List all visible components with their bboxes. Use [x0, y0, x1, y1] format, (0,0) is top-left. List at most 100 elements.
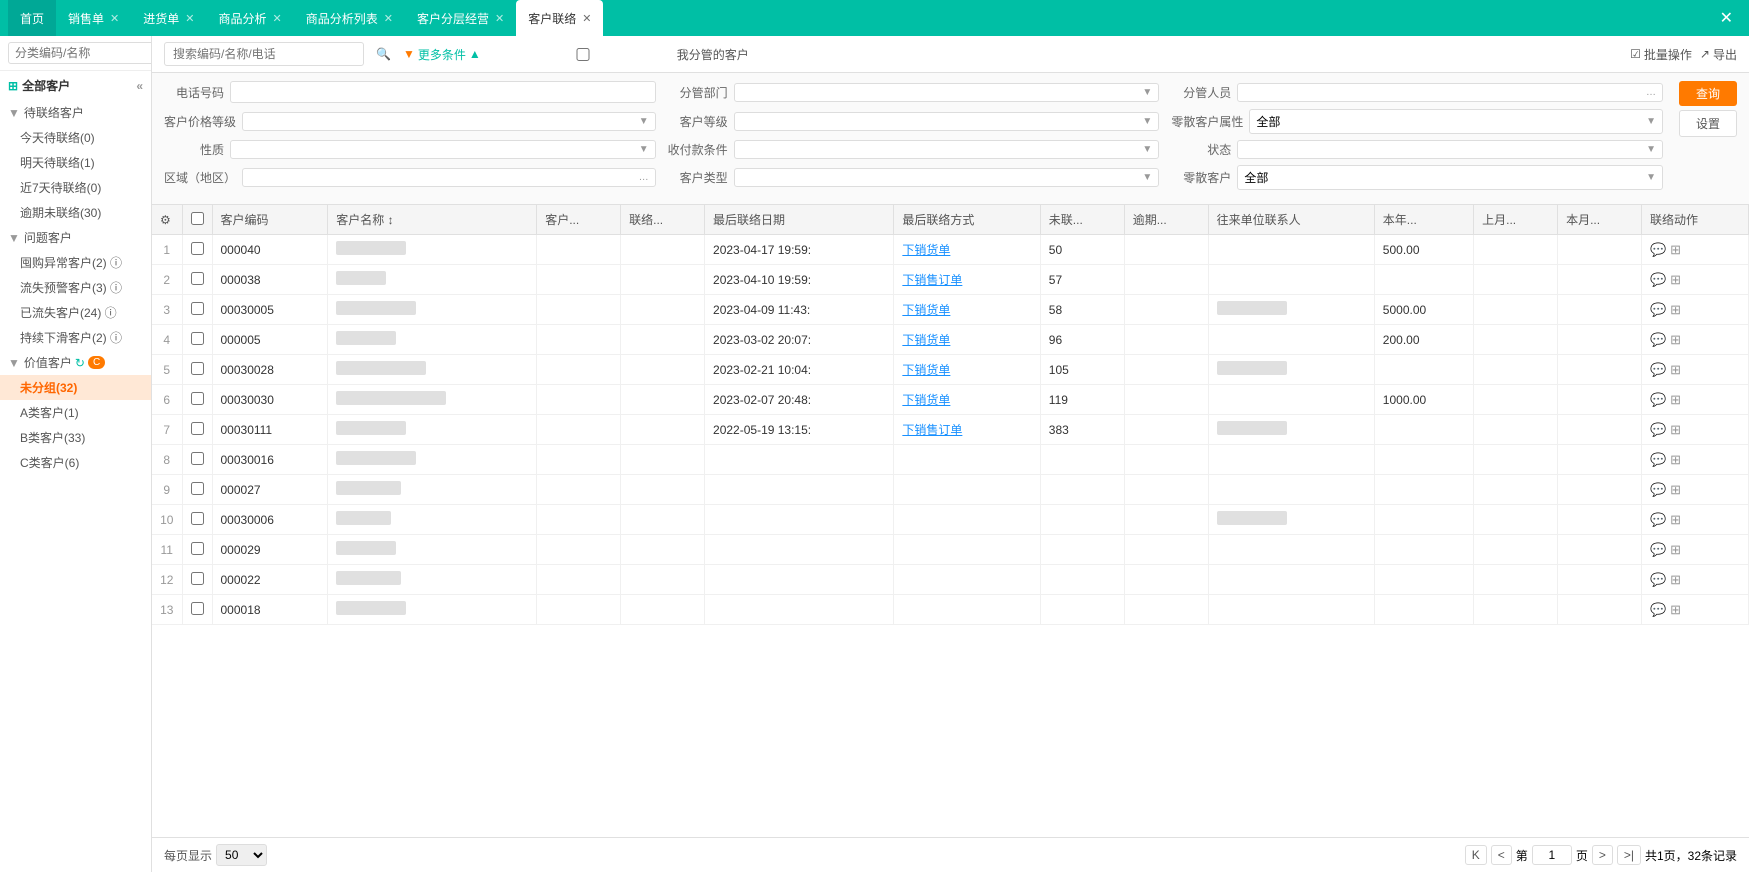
- close-product-analysis-tab[interactable]: ✕: [273, 12, 282, 25]
- row-last-contact-method[interactable]: 下销货单: [894, 385, 1040, 415]
- row-last-contact-method[interactable]: 下销货单: [894, 295, 1040, 325]
- sidebar-item-overdue-pending[interactable]: 逾期未联络(30): [0, 200, 151, 225]
- more-icon[interactable]: ⊞: [1670, 332, 1681, 348]
- sidebar-item-today-pending[interactable]: 今天待联络(0): [0, 125, 151, 150]
- row-checkbox[interactable]: [191, 302, 204, 315]
- sidebar-item-c-class[interactable]: C类客户(6): [0, 450, 151, 475]
- col-type[interactable]: 客户...: [537, 205, 621, 235]
- more-icon[interactable]: ⊞: [1670, 362, 1681, 378]
- contact-icon[interactable]: 💬: [1650, 392, 1666, 408]
- all-customers-header[interactable]: ⊞ 全部客户 «: [0, 71, 151, 100]
- more-icon[interactable]: ⊞: [1670, 422, 1681, 438]
- retail-attr-select[interactable]: 全部 ▼: [1249, 109, 1663, 134]
- price-level-select[interactable]: ▼: [242, 112, 656, 131]
- contact-icon[interactable]: 💬: [1650, 332, 1666, 348]
- contact-icon[interactable]: 💬: [1650, 572, 1666, 588]
- last-page-btn[interactable]: >|: [1617, 845, 1641, 865]
- reset-button[interactable]: 设置: [1679, 110, 1737, 137]
- col-settings[interactable]: ⚙: [152, 205, 182, 235]
- tab-product-analysis-list[interactable]: 商品分析列表 ✕: [294, 0, 405, 36]
- manager-select[interactable]: …: [1237, 83, 1663, 102]
- search-input[interactable]: [164, 42, 364, 66]
- more-icon[interactable]: ⊞: [1670, 542, 1681, 558]
- row-checkbox[interactable]: [191, 392, 204, 405]
- more-icon[interactable]: ⊞: [1670, 602, 1681, 618]
- more-icon[interactable]: ⊞: [1670, 512, 1681, 528]
- close-sales-tab[interactable]: ✕: [110, 12, 119, 25]
- sidebar-group-problem[interactable]: ▼ 问题客户: [0, 225, 151, 250]
- nature-select[interactable]: ▼: [230, 140, 656, 159]
- region-select[interactable]: …: [242, 168, 656, 187]
- col-this-year[interactable]: 本年...: [1374, 205, 1473, 235]
- contact-icon[interactable]: 💬: [1650, 242, 1666, 258]
- row-last-contact-method[interactable]: 下销货单: [894, 235, 1040, 265]
- customer-type-select[interactable]: ▼: [734, 168, 1160, 187]
- col-overdue[interactable]: 逾期...: [1124, 205, 1208, 235]
- refresh-value-icon[interactable]: ↻: [75, 356, 85, 370]
- row-last-contact-method[interactable]: [894, 595, 1040, 625]
- row-last-contact-method[interactable]: 下销货单: [894, 325, 1040, 355]
- col-contact-person[interactable]: 往来单位联系人: [1208, 205, 1374, 235]
- row-last-contact-method[interactable]: [894, 505, 1040, 535]
- sidebar-group-value[interactable]: ▼ 价值客户 ↻ C: [0, 350, 151, 375]
- sidebar-group-pending[interactable]: ▼ 待联络客户: [0, 100, 151, 125]
- row-last-contact-method[interactable]: [894, 565, 1040, 595]
- row-checkbox[interactable]: [191, 542, 204, 555]
- batch-operations-btn[interactable]: ☑ 批量操作: [1630, 46, 1692, 63]
- col-last-contact-method[interactable]: 最后联络方式: [894, 205, 1040, 235]
- more-icon[interactable]: ⊞: [1670, 272, 1681, 288]
- row-checkbox[interactable]: [191, 572, 204, 585]
- col-no-contact-days[interactable]: 未联...: [1040, 205, 1124, 235]
- row-checkbox[interactable]: [191, 482, 204, 495]
- more-icon[interactable]: ⊞: [1670, 572, 1681, 588]
- sidebar-item-a-class[interactable]: A类客户(1): [0, 400, 151, 425]
- contact-icon[interactable]: 💬: [1650, 362, 1666, 378]
- next-page-btn[interactable]: >: [1592, 845, 1613, 865]
- sidebar-search-input[interactable]: [8, 42, 152, 64]
- retail-customer-select[interactable]: 全部 ▼: [1237, 165, 1663, 190]
- row-checkbox[interactable]: [191, 512, 204, 525]
- more-icon[interactable]: ⊞: [1670, 302, 1681, 318]
- close-window-button[interactable]: ✕: [1712, 8, 1741, 28]
- tab-product-analysis[interactable]: 商品分析 ✕: [206, 0, 293, 36]
- sidebar-item-ungroup[interactable]: 未分组(32): [0, 375, 151, 400]
- select-all-checkbox[interactable]: [191, 212, 204, 225]
- row-last-contact-method[interactable]: [894, 535, 1040, 565]
- phone-input[interactable]: [230, 81, 656, 103]
- row-last-contact-method[interactable]: 下销售订单: [894, 415, 1040, 445]
- col-name[interactable]: 客户名称 ↕: [328, 205, 537, 235]
- tab-purchase[interactable]: 进货单 ✕: [131, 0, 206, 36]
- tab-customer-contact[interactable]: 客户联络 ✕: [516, 0, 603, 36]
- sidebar-item-7days-pending[interactable]: 近7天待联络(0): [0, 175, 151, 200]
- row-checkbox[interactable]: [191, 452, 204, 465]
- row-checkbox[interactable]: [191, 242, 204, 255]
- row-last-contact-method[interactable]: 下销售订单: [894, 265, 1040, 295]
- my-customers-checkbox[interactable]: [493, 48, 673, 61]
- contact-icon[interactable]: 💬: [1650, 512, 1666, 528]
- sidebar-item-churn-warning[interactable]: 流失预警客户(3) ⓘ: [0, 275, 151, 300]
- row-checkbox[interactable]: [191, 362, 204, 375]
- close-customer-contact-tab[interactable]: ✕: [582, 12, 591, 25]
- contact-icon[interactable]: 💬: [1650, 302, 1666, 318]
- col-checkbox-all[interactable]: [182, 205, 212, 235]
- page-number-input[interactable]: [1532, 845, 1572, 865]
- row-last-contact-method[interactable]: [894, 475, 1040, 505]
- payment-select[interactable]: ▼: [734, 140, 1160, 159]
- more-icon[interactable]: ⊞: [1670, 242, 1681, 258]
- close-purchase-tab[interactable]: ✕: [185, 12, 194, 25]
- contact-icon[interactable]: 💬: [1650, 452, 1666, 468]
- row-checkbox[interactable]: [191, 332, 204, 345]
- row-checkbox[interactable]: [191, 272, 204, 285]
- tab-home[interactable]: 首页: [8, 0, 56, 36]
- tab-customer-tier[interactable]: 客户分层经营 ✕: [405, 0, 516, 36]
- contact-icon[interactable]: 💬: [1650, 482, 1666, 498]
- department-select[interactable]: ▼: [734, 83, 1160, 102]
- more-conditions-btn[interactable]: ▼ 更多条件 ▲: [403, 46, 481, 63]
- col-code[interactable]: 客户编码: [212, 205, 328, 235]
- more-icon[interactable]: ⊞: [1670, 482, 1681, 498]
- contact-icon[interactable]: 💬: [1650, 272, 1666, 288]
- col-this-month[interactable]: 本月...: [1558, 205, 1642, 235]
- close-customer-tier-tab[interactable]: ✕: [495, 12, 504, 25]
- prev-page-btn[interactable]: <: [1491, 845, 1512, 865]
- contact-icon[interactable]: 💬: [1650, 422, 1666, 438]
